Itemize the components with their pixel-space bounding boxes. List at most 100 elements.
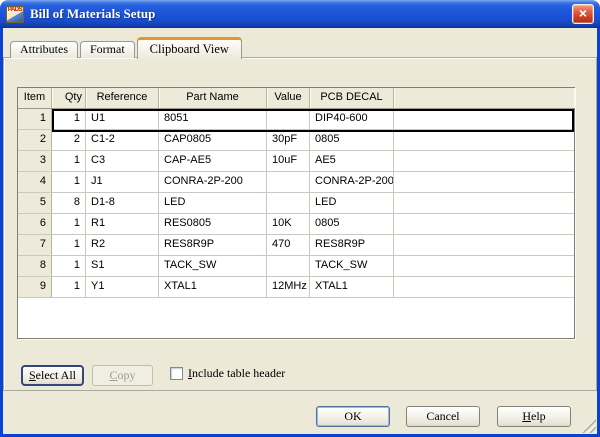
cell-filler: [394, 235, 574, 255]
cell-item: 6: [18, 214, 52, 234]
table-row[interactable]: 8 1 S1 TACK_SW TACK_SW: [18, 256, 574, 277]
include-table-header-label: Include table header: [188, 366, 285, 381]
cell-qty: 1: [52, 172, 86, 192]
table-row[interactable]: 2 2 C1-2 CAP0805 30pF 0805: [18, 130, 574, 151]
cell-part-name: XTAL1: [159, 277, 267, 297]
cell-value: [267, 256, 310, 276]
cell-qty: 1: [52, 256, 86, 276]
column-header-value: Value: [267, 88, 310, 108]
title-bar[interactable]: PADS Bill of Materials Setup ×: [0, 0, 600, 28]
table-row[interactable]: 7 1 R2 RES8R9P 470 RES8R9P: [18, 235, 574, 256]
column-header-item: Item: [18, 88, 52, 108]
select-all-mnemonic: S: [29, 368, 36, 382]
close-button[interactable]: ×: [572, 4, 594, 24]
bom-table-header: Item Qty Reference Part Name Value PCB D…: [18, 88, 574, 109]
cell-qty: 2: [52, 130, 86, 150]
window-title: Bill of Materials Setup: [30, 6, 155, 22]
cell-item: 4: [18, 172, 52, 192]
cell-item: 5: [18, 193, 52, 213]
cell-value: 12MHz: [267, 277, 310, 297]
cell-value: [267, 193, 310, 213]
cell-pcb-decal: DIP40-600: [310, 109, 394, 129]
cell-pcb-decal: LED: [310, 193, 394, 213]
table-row[interactable]: 6 1 R1 RES0805 10K 0805: [18, 214, 574, 235]
cell-filler: [394, 214, 574, 234]
cell-qty: 1: [52, 151, 86, 171]
cell-pcb-decal: 0805: [310, 214, 394, 234]
cell-qty: 8: [52, 193, 86, 213]
cell-pcb-decal: RES8R9P: [310, 235, 394, 255]
cell-part-name: CONRA-2P-200: [159, 172, 267, 192]
cell-item: 2: [18, 130, 52, 150]
cell-filler: [394, 151, 574, 171]
cell-filler: [394, 109, 574, 129]
cell-filler: [394, 277, 574, 297]
cell-pcb-decal: XTAL1: [310, 277, 394, 297]
cell-qty: 1: [52, 277, 86, 297]
column-header-part-name: Part Name: [159, 88, 267, 108]
cell-item: 9: [18, 277, 52, 297]
dialog-body: Attributes Format Clipboard View Item Qt…: [0, 28, 600, 437]
cell-value: [267, 109, 310, 129]
cell-item: 1: [18, 109, 52, 129]
cell-value: 470: [267, 235, 310, 255]
table-row[interactable]: 3 1 C3 CAP-AE5 10uF AE5: [18, 151, 574, 172]
cell-qty: 1: [52, 235, 86, 255]
cell-value: [267, 172, 310, 192]
cell-reference: D1-8: [86, 193, 159, 213]
cell-value: 30pF: [267, 130, 310, 150]
cell-part-name: 8051: [159, 109, 267, 129]
cell-pcb-decal: 0805: [310, 130, 394, 150]
copy-mnemonic: C: [109, 368, 117, 382]
tab-clipboard-view[interactable]: Clipboard View: [137, 37, 242, 59]
table-row[interactable]: 4 1 J1 CONRA-2P-200 CONRA-2P-200: [18, 172, 574, 193]
help-mnemonic: H: [522, 409, 531, 423]
cell-part-name: CAP-AE5: [159, 151, 267, 171]
cell-part-name: RES0805: [159, 214, 267, 234]
column-header-reference: Reference: [86, 88, 159, 108]
cell-item: 7: [18, 235, 52, 255]
ok-button[interactable]: OK: [316, 406, 390, 427]
column-header-qty: Qty: [52, 88, 86, 108]
cancel-button[interactable]: Cancel: [406, 406, 480, 427]
cell-reference: S1: [86, 256, 159, 276]
help-button[interactable]: Help: [497, 406, 571, 427]
bom-table-body: 1 1 U1 8051 DIP40-600 2 2 C1-2 CAP0805 3…: [18, 109, 574, 298]
tab-strip: Attributes Format Clipboard View: [10, 36, 244, 58]
pads-logo-text: PADS: [8, 7, 22, 14]
cell-pcb-decal: CONRA-2P-200: [310, 172, 394, 192]
cell-part-name: LED: [159, 193, 267, 213]
cell-filler: [394, 130, 574, 150]
cell-pcb-decal: AE5: [310, 151, 394, 171]
table-row[interactable]: 9 1 Y1 XTAL1 12MHz XTAL1: [18, 277, 574, 298]
cell-filler: [394, 193, 574, 213]
cell-pcb-decal: TACK_SW: [310, 256, 394, 276]
cell-filler: [394, 172, 574, 192]
copy-button[interactable]: Copy: [92, 365, 153, 386]
table-row[interactable]: 5 8 D1-8 LED LED: [18, 193, 574, 214]
tab-format[interactable]: Format: [80, 41, 135, 58]
checkbox-box-icon[interactable]: [170, 367, 183, 380]
include-table-header-checkbox[interactable]: Include table header: [170, 366, 285, 381]
cell-qty: 1: [52, 109, 86, 129]
pads-logo-icon: PADS: [6, 6, 24, 23]
tab-attributes[interactable]: Attributes: [10, 41, 78, 58]
cell-item: 8: [18, 256, 52, 276]
cell-reference: R1: [86, 214, 159, 234]
cell-reference: C1-2: [86, 130, 159, 150]
cell-reference: Y1: [86, 277, 159, 297]
column-header-pcb-decal: PCB DECAL: [310, 88, 394, 108]
include-header-text: nclude table header: [192, 366, 285, 380]
cell-part-name: TACK_SW: [159, 256, 267, 276]
bom-setup-dialog: PADS Bill of Materials Setup × Attribute…: [0, 0, 600, 437]
close-icon: ×: [579, 6, 587, 20]
cell-reference: J1: [86, 172, 159, 192]
table-row[interactable]: 1 1 U1 8051 DIP40-600: [18, 109, 574, 130]
resize-grip[interactable]: [581, 418, 596, 433]
cell-value: 10uF: [267, 151, 310, 171]
copy-label: opy: [118, 368, 136, 382]
select-all-button[interactable]: Select All: [21, 365, 84, 386]
cell-part-name: CAP0805: [159, 130, 267, 150]
cell-part-name: RES8R9P: [159, 235, 267, 255]
help-label: elp: [531, 409, 546, 423]
